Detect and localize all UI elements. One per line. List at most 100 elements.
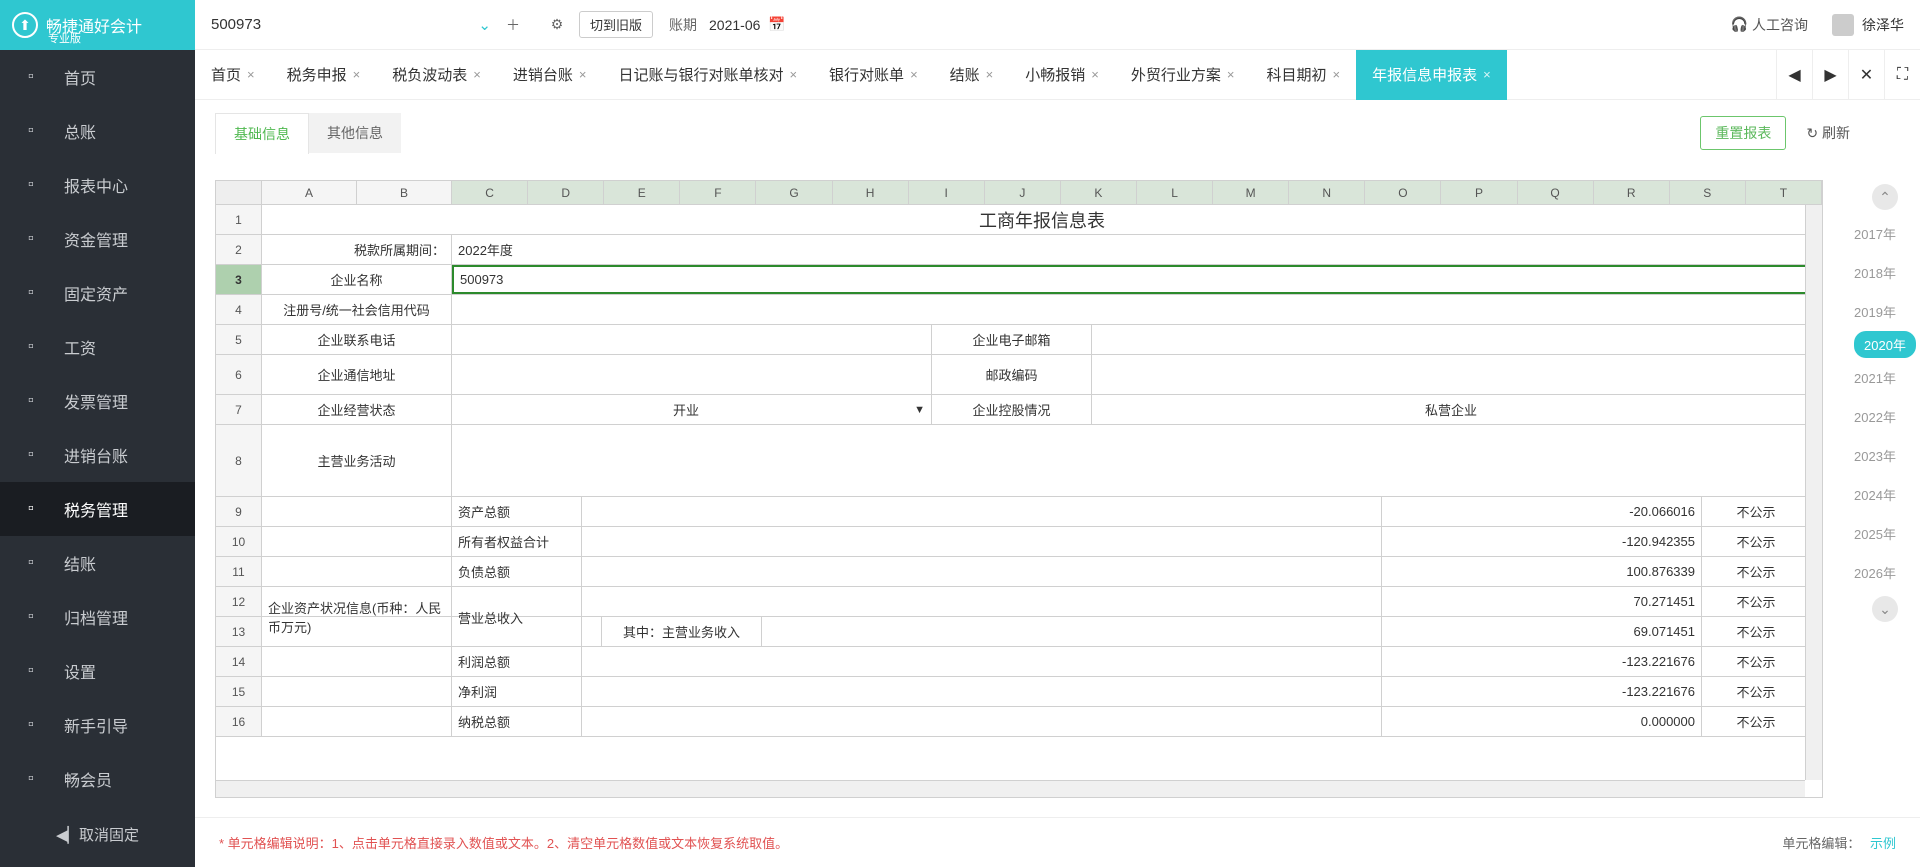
col-K[interactable]: K [1061, 181, 1137, 204]
nav-tax[interactable]: ▫税务管理 [0, 482, 195, 536]
subtab-basic[interactable]: 基础信息 [215, 113, 309, 154]
col-P[interactable]: P [1441, 181, 1517, 204]
close-icon[interactable]: × [910, 67, 918, 82]
close-icon[interactable]: × [1483, 67, 1491, 82]
horizontal-scrollbar[interactable] [216, 780, 1805, 797]
nav-invoice[interactable]: ▫发票管理 [0, 374, 195, 428]
col-S[interactable]: S [1670, 181, 1746, 204]
fullscreen-button[interactable]: ⛶ [1884, 50, 1920, 100]
subtab-other[interactable]: 其他信息 [309, 113, 401, 153]
close-icon[interactable]: × [986, 67, 994, 82]
fin-value[interactable]: 69.071451 [1382, 617, 1702, 646]
tab-5[interactable]: 银行对账单× [813, 50, 934, 100]
fin-value[interactable]: -20.066016 [1382, 497, 1702, 526]
consult-button[interactable]: 🎧 人工咨询 [1731, 15, 1808, 35]
corner-cell[interactable] [216, 181, 262, 204]
close-icon[interactable]: × [789, 67, 797, 82]
year-2018年[interactable]: 2018年 [1854, 253, 1916, 292]
close-icon[interactable]: × [1333, 67, 1341, 82]
status-select[interactable]: 开业▼ [452, 395, 932, 424]
row-12[interactable]: 12 [216, 587, 262, 617]
year-2021年[interactable]: 2021年 [1854, 358, 1916, 397]
fin-value[interactable]: -120.942355 [1382, 527, 1702, 556]
nav-home[interactable]: ▫首页 [0, 50, 195, 104]
year-2024年[interactable]: 2024年 [1854, 475, 1916, 514]
nav-guide[interactable]: ▫新手引导 [0, 698, 195, 752]
col-I[interactable]: I [909, 181, 985, 204]
holding-select[interactable]: 私营企业▼ [1092, 395, 1822, 424]
col-O[interactable]: O [1365, 181, 1441, 204]
vertical-scrollbar[interactable] [1805, 205, 1822, 780]
nav-salary[interactable]: ▫工资 [0, 320, 195, 374]
year-2019年[interactable]: 2019年 [1854, 292, 1916, 331]
nav-report[interactable]: ▫报表中心 [0, 158, 195, 212]
row-8[interactable]: 8 [216, 425, 262, 497]
col-N[interactable]: N [1289, 181, 1365, 204]
fin-value[interactable]: 70.271451 [1382, 587, 1702, 616]
fin-publish-select[interactable]: 不公示▼ [1702, 527, 1822, 556]
tabs-prev-button[interactable]: ◀ [1776, 50, 1812, 100]
example-link[interactable]: 示例 [1870, 836, 1896, 851]
close-icon[interactable]: × [473, 67, 481, 82]
username[interactable]: 徐泽华 [1862, 15, 1904, 35]
old-version-button[interactable]: 切到旧版 [579, 11, 653, 38]
col-R[interactable]: R [1594, 181, 1670, 204]
year-2020年[interactable]: 2020年 [1854, 331, 1916, 358]
fin-publish-select[interactable]: 不公示▼ [1702, 557, 1822, 586]
main-business-input[interactable] [452, 425, 1822, 496]
nav-vip[interactable]: ▫畅会员 [0, 752, 195, 806]
year-2026年[interactable]: 2026年 [1854, 553, 1916, 592]
fin-value[interactable]: -123.221676 [1382, 677, 1702, 706]
fin-publish-select[interactable]: 不公示▼ [1702, 647, 1822, 676]
nav-archive[interactable]: ▫归档管理 [0, 590, 195, 644]
tab-2[interactable]: 税负波动表× [376, 50, 497, 100]
tab-8[interactable]: 外贸行业方案× [1115, 50, 1251, 100]
company-name-input[interactable]: 500973 [452, 265, 1822, 294]
col-A[interactable]: A [262, 181, 357, 204]
col-J[interactable]: J [985, 181, 1061, 204]
gear-icon[interactable]: ⚙ [545, 13, 569, 37]
year-2022年[interactable]: 2022年 [1854, 397, 1916, 436]
col-Q[interactable]: Q [1518, 181, 1594, 204]
row-13[interactable]: 13 [216, 617, 262, 647]
col-C[interactable]: C [452, 181, 528, 204]
regenerate-button[interactable]: 重置报表 [1700, 116, 1786, 150]
company-select[interactable]: 500973 ⌄ [211, 16, 491, 33]
year-up-button[interactable]: ⌃ [1872, 184, 1898, 210]
row-11[interactable]: 11 [216, 557, 262, 587]
year-2023年[interactable]: 2023年 [1854, 436, 1916, 475]
col-D[interactable]: D [528, 181, 604, 204]
postcode-input[interactable] [1092, 355, 1822, 394]
row-7[interactable]: 7 [216, 395, 262, 425]
tab-7[interactable]: 小畅报销× [1009, 50, 1115, 100]
avatar[interactable] [1832, 14, 1854, 36]
close-icon[interactable]: × [1227, 67, 1235, 82]
fin-publish-select[interactable]: 不公示▼ [1702, 617, 1822, 646]
year-down-button[interactable]: ⌄ [1872, 596, 1898, 622]
spreadsheet[interactable]: ABCDEFGHIJKLMNOPQRST 1234567891011121314… [215, 180, 1823, 798]
nav-close[interactable]: ▫结账 [0, 536, 195, 590]
close-icon[interactable]: × [247, 67, 255, 82]
close-icon[interactable]: × [1091, 67, 1099, 82]
fin-publish-select[interactable]: 不公示▼ [1702, 497, 1822, 526]
col-H[interactable]: H [833, 181, 909, 204]
close-icon[interactable]: × [579, 67, 587, 82]
nav-fund[interactable]: ▫资金管理 [0, 212, 195, 266]
nav-asset[interactable]: ▫固定资产 [0, 266, 195, 320]
fin-publish-select[interactable]: 不公示▼ [1702, 587, 1822, 616]
col-G[interactable]: G [756, 181, 832, 204]
row-6[interactable]: 6 [216, 355, 262, 395]
tab-3[interactable]: 进销台账× [497, 50, 603, 100]
year-2025年[interactable]: 2025年 [1854, 514, 1916, 553]
fin-publish-select[interactable]: 不公示▼ [1702, 677, 1822, 706]
period-value-cell[interactable]: 2022年度 [452, 235, 1822, 264]
col-B[interactable]: B [357, 181, 452, 204]
phone-input[interactable] [452, 325, 932, 354]
nav-ledger[interactable]: ▫总账 [0, 104, 195, 158]
period-value[interactable]: 2021-06 [709, 17, 760, 33]
col-M[interactable]: M [1213, 181, 1289, 204]
year-2017年[interactable]: 2017年 [1854, 214, 1916, 253]
fin-value[interactable]: 100.876339 [1382, 557, 1702, 586]
row-14[interactable]: 14 [216, 647, 262, 677]
row-15[interactable]: 15 [216, 677, 262, 707]
